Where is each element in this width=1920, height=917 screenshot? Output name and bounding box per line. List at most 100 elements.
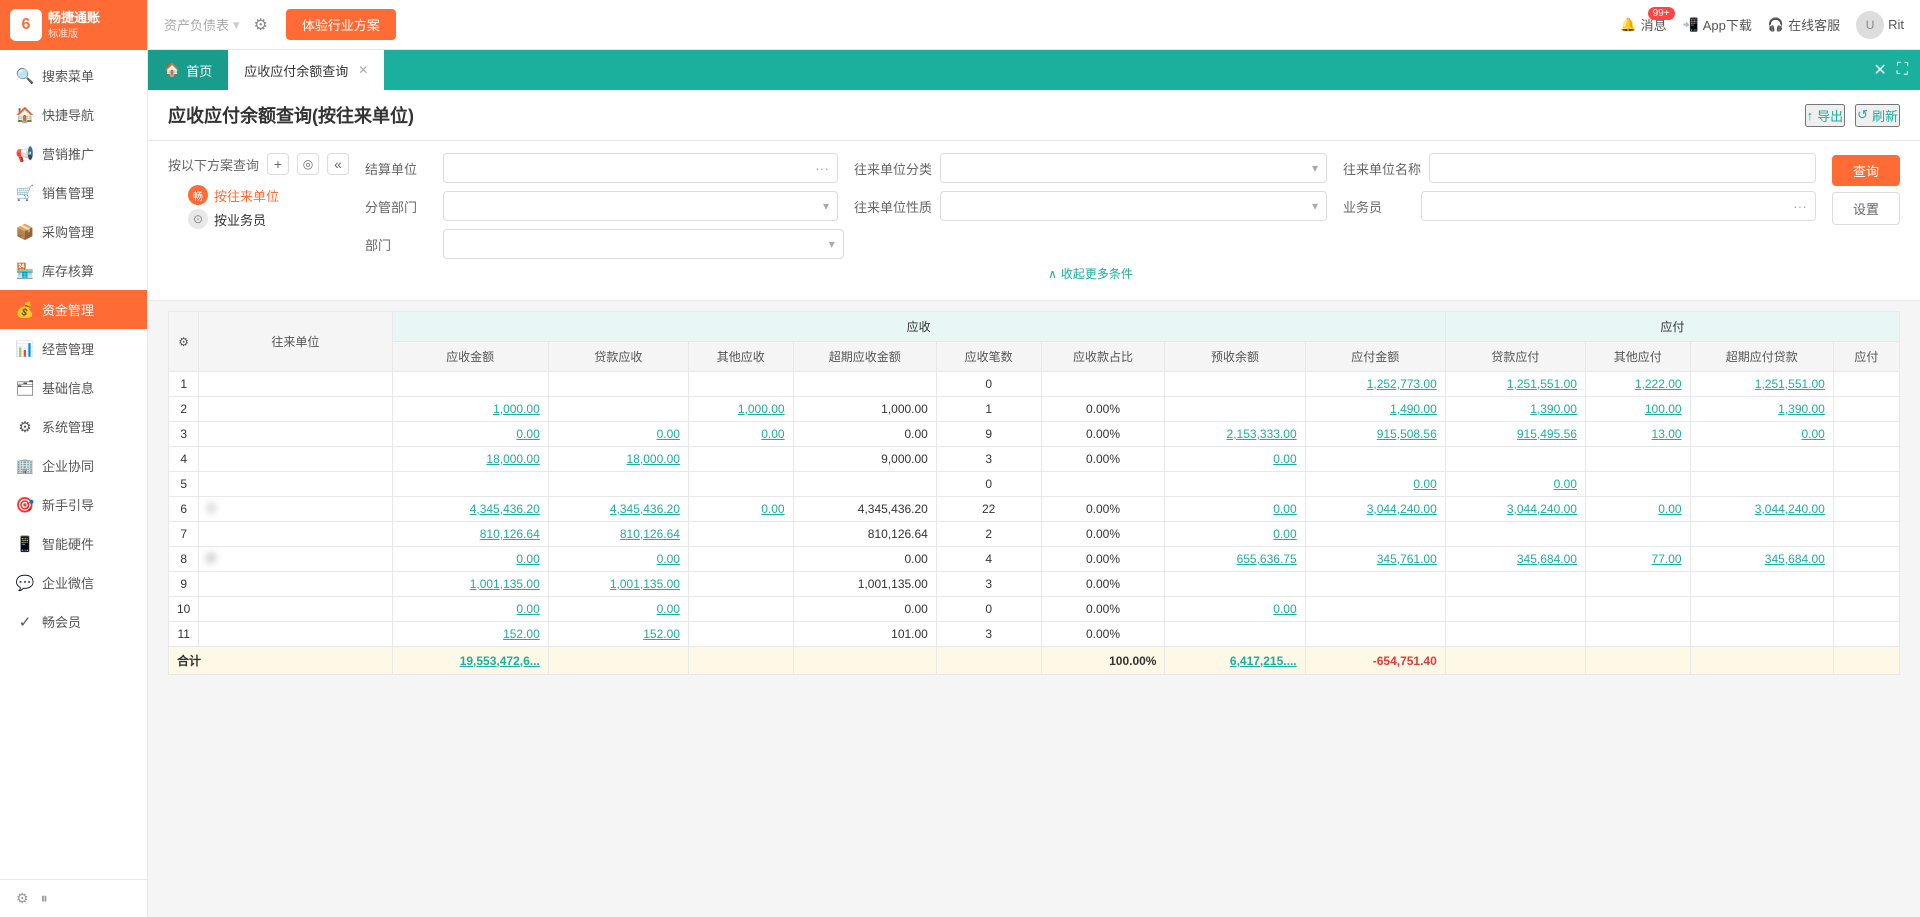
sidebar-item-guide[interactable]: 🎯 新手引导	[0, 485, 147, 524]
sidebar-item-inventory[interactable]: 🏪 库存核算	[0, 251, 147, 290]
sidebar-item-quicknav[interactable]: 🏠 快捷导航	[0, 95, 147, 134]
header-gear-icon[interactable]: ⚙	[254, 15, 268, 35]
dept-charge-select[interactable]: ▾	[443, 191, 838, 221]
sidebar-item-wechat[interactable]: 💬 企业微信	[0, 563, 147, 602]
col-ap-amount: 应付金额	[1305, 342, 1445, 372]
notifications-btn[interactable]: 🔔 消息 99+	[1620, 15, 1666, 34]
field-unit-nature: 往来单位性质 ▾	[854, 191, 1327, 221]
sidebar-item-smart[interactable]: 📱 智能硬件	[0, 524, 147, 563]
filter-add-btn[interactable]: +	[267, 153, 289, 175]
purchase-icon: 📦	[16, 223, 34, 241]
tab-actions: ✕ ⛶	[1861, 50, 1920, 90]
basic-icon: 🗂	[16, 379, 34, 397]
sidebar-item-finance[interactable]: 💰 资金管理	[0, 290, 147, 329]
sidebar-item-member[interactable]: ✓ 畅会员	[0, 602, 147, 641]
col-ar-count: 应收笔数	[936, 342, 1041, 372]
col-ap-group: 应付	[1445, 312, 1899, 342]
notification-badge: 99+	[1648, 7, 1675, 20]
user-profile[interactable]: U Rit	[1856, 11, 1904, 39]
tab-close-icon[interactable]: ✕	[358, 63, 368, 77]
page-actions: ↑ 导出 ↺ 刷新	[1805, 104, 1900, 127]
finance-icon: 💰	[16, 301, 34, 319]
query-button[interactable]: 查询	[1832, 155, 1900, 186]
col-ap-overdue: 超期应付贷款	[1690, 342, 1833, 372]
avatar: U	[1856, 11, 1884, 39]
app-name: 畅捷通账	[48, 10, 100, 26]
app-logo: 6 畅捷通账 标准版	[0, 0, 147, 50]
table-row: 7810,126.64810,126.64810,126.6420.00%0.0…	[169, 522, 1900, 547]
cta-button[interactable]: 体验行业方案	[286, 9, 396, 40]
unit-name-input[interactable]	[1429, 153, 1816, 183]
filter-scheme-list: 畅 按往来单位 ⊙ 按业务员	[188, 185, 349, 229]
field-staff: 业务员 ···	[1343, 191, 1816, 221]
tab-minimize-btn[interactable]: ✕	[1873, 60, 1886, 80]
sidebar-item-operation[interactable]: 📊 经营管理	[0, 329, 147, 368]
tab-ar-ap[interactable]: 应收应付余额查询 ✕	[228, 50, 384, 90]
settings-button[interactable]: 设置	[1832, 192, 1900, 225]
filter-collapse-icon[interactable]: «	[327, 153, 349, 175]
sidebar-settings-btn[interactable]: ⚙	[16, 890, 29, 907]
field-dept-charge: 分管部门 ▾	[365, 191, 838, 221]
sidebar: 6 畅捷通账 标准版 🔍 搜索菜单 🏠 快捷导航 📢 营销推广 🛒 销售管理 📦…	[0, 0, 148, 917]
filter-collapse-btn[interactable]: ∧ 收起更多条件	[365, 259, 1816, 288]
footer-ar-ratio: 100.00%	[1041, 647, 1165, 675]
filter-row-1: 结算单位 ··· 往来单位分类 ▾ 往来单位名称	[365, 153, 1816, 183]
filter-settings-icon[interactable]: ◎	[297, 153, 319, 175]
ellipsis-icon: ···	[815, 160, 829, 176]
app-download-btn[interactable]: 📲 App下载	[1683, 15, 1752, 34]
home-icon: 🏠	[16, 106, 34, 124]
footer-ap-overdue	[1690, 647, 1833, 675]
col-ar-prepay: 预收余额	[1165, 342, 1305, 372]
unit-nature-select[interactable]: ▾	[940, 191, 1327, 221]
col-ap-loan: 贷款应付	[1445, 342, 1585, 372]
col-ap-col: 应付	[1833, 342, 1899, 372]
footer-ar-prepay[interactable]: 6,417,215....	[1165, 647, 1305, 675]
dept-label: 部门	[365, 235, 435, 254]
table-row: 100.000.000.0000.00%0.00	[169, 597, 1900, 622]
sidebar-item-system[interactable]: ⚙ 系统管理	[0, 407, 147, 446]
staff-select[interactable]: ···	[1421, 191, 1816, 221]
col-ap-other: 其他应付	[1585, 342, 1690, 372]
main-content: 应收应付余额查询(按往来单位) ↑ 导出 ↺ 刷新 按以下方案查询 + ◎ «	[148, 90, 1920, 917]
filter-toolbar: 按以下方案查询 + ◎ «	[168, 153, 349, 175]
tab-home[interactable]: 🏠 首页	[148, 50, 228, 90]
settlement-unit-input[interactable]: ···	[443, 153, 838, 183]
dept-select[interactable]: ▾	[443, 229, 844, 259]
footer-ap-amount: -654,751.40	[1305, 647, 1445, 675]
customer-service-btn[interactable]: 🎧 在线客服	[1768, 15, 1840, 34]
bell-icon: 🔔	[1620, 17, 1636, 33]
refresh-btn[interactable]: ↺ 刷新	[1855, 104, 1900, 127]
field-dept: 部门 ▾	[365, 229, 844, 259]
unit-category-label: 往来单位分类	[854, 159, 932, 178]
filter-scheme-by-unit[interactable]: 畅 按往来单位	[188, 185, 349, 205]
top-header: 资产负债表 ▾ ⚙ 体验行业方案 🔔 消息 99+ 📲 App下载 🎧 在线客服…	[148, 0, 1920, 50]
sidebar-item-marketing[interactable]: 📢 营销推广	[0, 134, 147, 173]
table-row: 91,001,135.001,001,135.001,001,135.0030.…	[169, 572, 1900, 597]
sidebar-menu: 🔍 搜索菜单 🏠 快捷导航 📢 营销推广 🛒 销售管理 📦 采购管理 🏪 库存核…	[0, 50, 147, 879]
scheme-staff-icon: ⊙	[188, 209, 208, 229]
table-row: 8P0.000.000.0040.00%655,636.75345,761.00…	[169, 547, 1900, 572]
sidebar-collapse-btn[interactable]: ⏸	[41, 890, 48, 907]
sidebar-item-sales[interactable]: 🛒 销售管理	[0, 173, 147, 212]
footer-ap-loan	[1445, 647, 1585, 675]
filter-row-2: 分管部门 ▾ 往来单位性质 ▾ 业务员	[365, 191, 1816, 221]
member-icon: ✓	[16, 613, 34, 631]
ellipsis-icon-2: ···	[1793, 198, 1807, 214]
table-settings-col[interactable]: ⚙	[169, 312, 199, 372]
tab-expand-btn[interactable]: ⛶	[1897, 61, 1908, 79]
headset-icon: 🎧	[1768, 17, 1784, 33]
unit-name-label: 往来单位名称	[1343, 159, 1421, 178]
sidebar-item-search[interactable]: 🔍 搜索菜单	[0, 56, 147, 95]
footer-ar-amount[interactable]: 19,553,472,6...	[392, 647, 548, 675]
sidebar-item-purchase[interactable]: 📦 采购管理	[0, 212, 147, 251]
sales-icon: 🛒	[16, 184, 34, 202]
export-btn[interactable]: ↑ 导出	[1805, 104, 1846, 127]
app-version: 标准版	[48, 25, 100, 40]
sidebar-item-enterprise[interactable]: 🏢 企业协同	[0, 446, 147, 485]
data-table: ⚙ 往来单位 应收 应付 应收金额 贷款应收 其他应收 超期应收金额 应收笔数 …	[168, 311, 1900, 675]
table-row: 101,252,773.001,251,551.001,222.001,251,…	[169, 372, 1900, 397]
table-row: 418,000.0018,000.009,000.0030.00%0.00	[169, 447, 1900, 472]
filter-scheme-by-staff[interactable]: ⊙ 按业务员	[188, 209, 349, 229]
unit-category-select[interactable]: ▾	[940, 153, 1327, 183]
sidebar-item-basic[interactable]: 🗂 基础信息	[0, 368, 147, 407]
